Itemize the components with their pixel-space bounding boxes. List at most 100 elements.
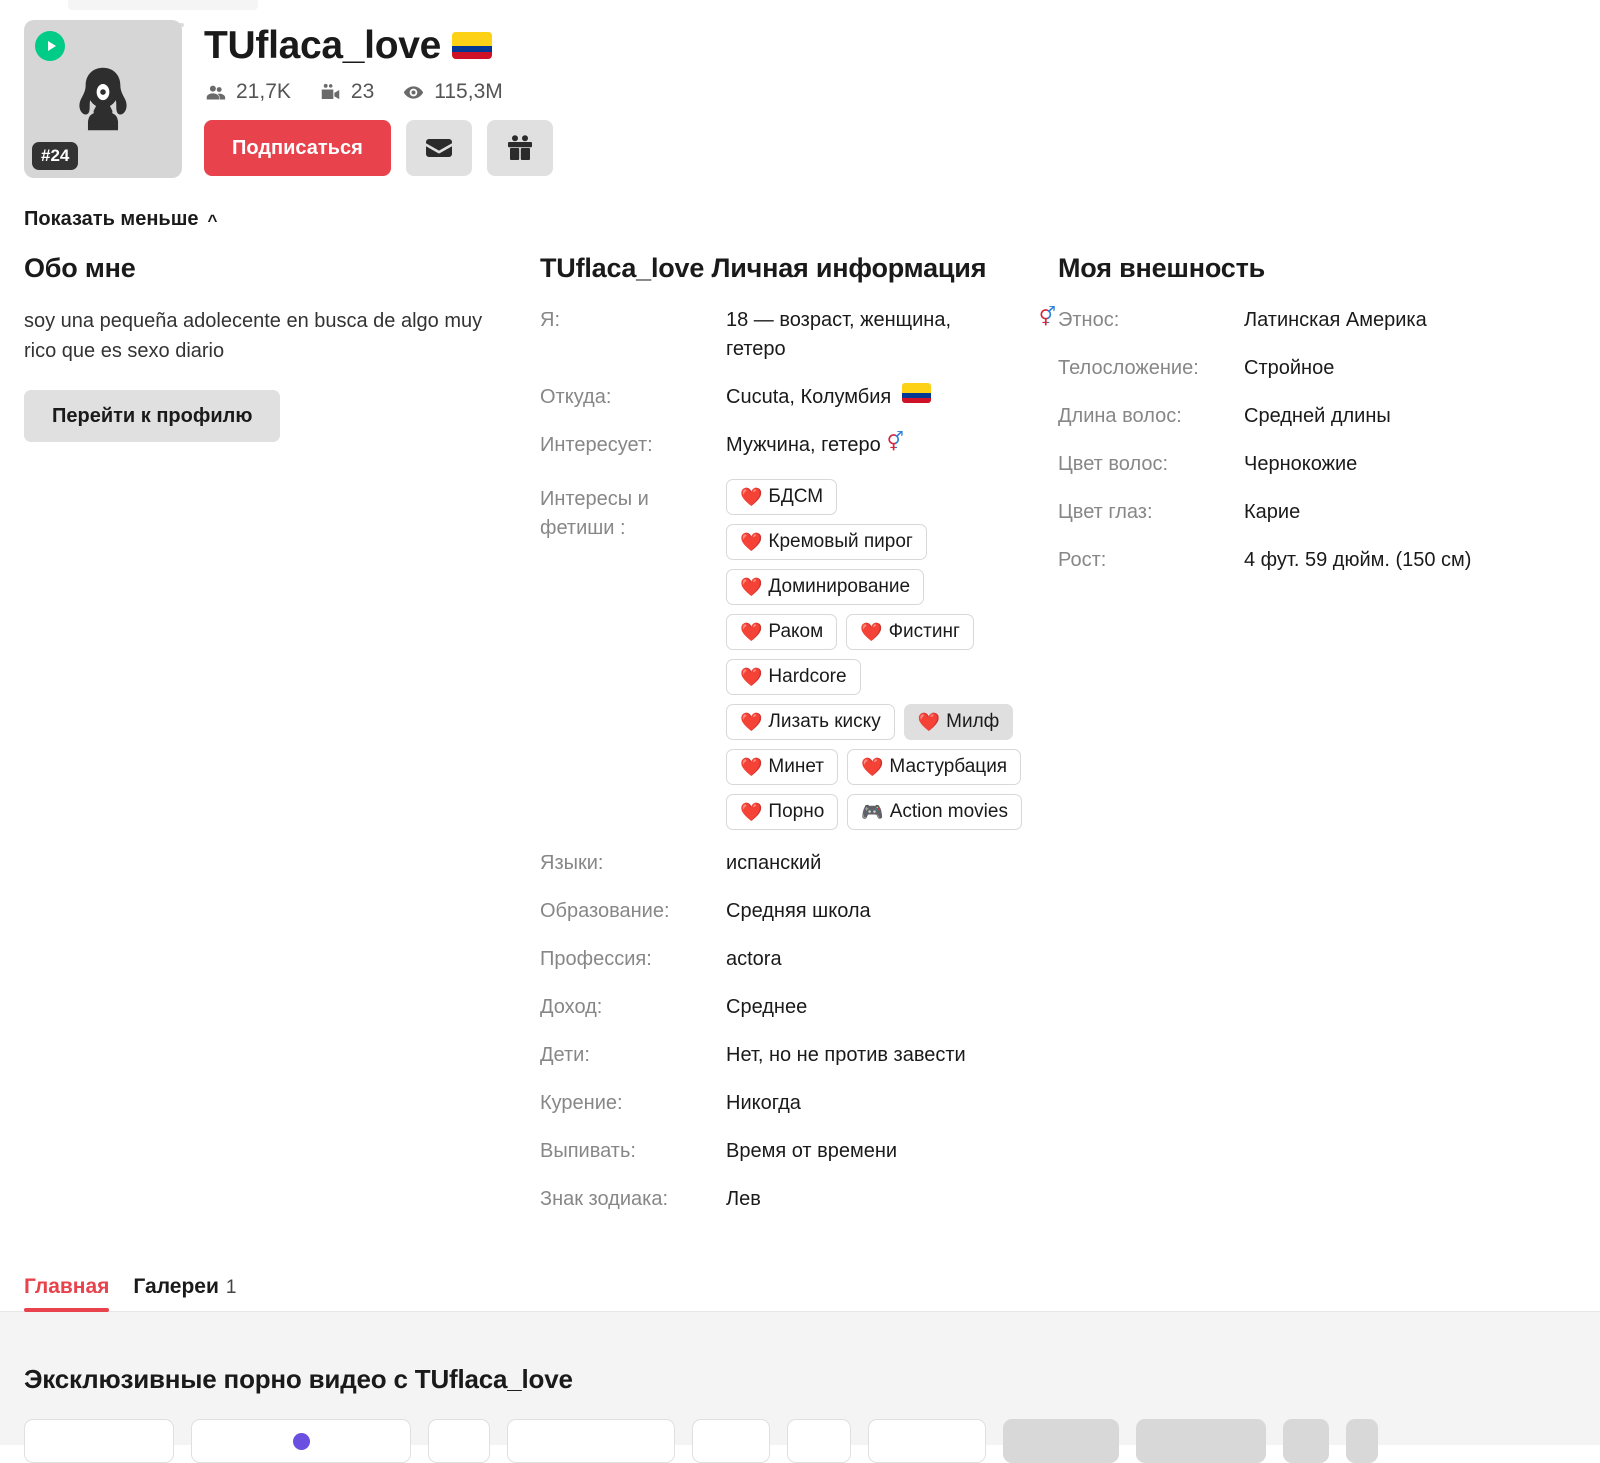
gender-symbol-icon: ⚥ [1039, 306, 1056, 331]
appearance-rows: Этнос: Латинская Америка Телосложение: Стро… [1058, 306, 1578, 575]
show-less-toggle[interactable]: Показать меньше ^ [24, 208, 217, 231]
interest-tag-label: Фистинг [888, 621, 960, 643]
info-key: Языки: [540, 852, 604, 875]
heart-icon: ❤️ [917, 712, 941, 733]
heart-icon: ❤️ [740, 667, 763, 688]
heart-icon: ❤️ [740, 577, 763, 598]
tab-galleries[interactable]: Галереи 1 [133, 1275, 236, 1311]
heart-icon: ❤️ [740, 712, 763, 733]
interest-tag-label: Hardcore [768, 666, 847, 688]
info-key: Рост: [1058, 549, 1107, 572]
info-value: actora [726, 948, 782, 971]
envelope-icon [425, 139, 452, 157]
filter-chip[interactable] [868, 1419, 986, 1463]
interest-tag-label: Доминирование [768, 576, 911, 598]
live-icon [35, 31, 65, 61]
chip-dot-icon [292, 1432, 310, 1450]
interest-tag[interactable]: ❤️ Милф [903, 704, 1014, 741]
interest-tag[interactable]: ❤️ Лизать киску [726, 704, 895, 741]
interest-tag-list: ❤️ БДСМ ❤️ Кремовый пирог ❤️ Доминирование ❤️ Р… [726, 479, 1024, 831]
appearance-column: Моя внешность Этнос: Латинская Америка Тел… [1058, 252, 1578, 1233]
info-key: Образование: [540, 900, 670, 923]
avatar[interactable]: #24 [24, 20, 182, 178]
gender-symbol-icon: ⚥ [887, 431, 904, 456]
info-key: Интересы и фетиши : [540, 488, 649, 540]
interest-tag[interactable]: ❤️ Доминирование [726, 569, 925, 606]
stat-videos: 23 [319, 80, 374, 104]
interest-tag[interactable]: ❤️ Кремовый пирог [726, 524, 927, 561]
filter-chip[interactable] [507, 1419, 675, 1463]
info-row: Длина волос: Средней длины [1058, 402, 1578, 431]
info-key: Интересует: [540, 434, 653, 457]
info-row: Телосложение: Стройное [1058, 354, 1578, 383]
tab-label: Главная [24, 1275, 110, 1298]
gift-icon [507, 135, 532, 160]
info-row-interests: Интересы и фетиши : ❤️ БДСМ ❤️ Кремовый пир… [540, 479, 1058, 831]
info-value: Лев [726, 1188, 761, 1211]
info-value: Время от времени [726, 1140, 898, 1163]
tab-main[interactable]: Главная [24, 1275, 110, 1312]
info-key: Цвет волос: [1058, 453, 1169, 476]
interest-tag-label: Милф [946, 711, 1000, 733]
info-row-me: Я: 18 — возраст, женщина, гетеро ⚥ [540, 306, 1058, 364]
info-value: Средняя школа [726, 900, 871, 923]
filter-chip[interactable] [1003, 1419, 1119, 1463]
filter-chip[interactable] [1283, 1419, 1329, 1463]
filter-chip[interactable] [692, 1419, 770, 1463]
stat-videos-value: 23 [350, 80, 375, 103]
female-avatar-icon [79, 67, 127, 131]
filter-chip[interactable] [191, 1419, 411, 1463]
heart-icon: ❤️ [740, 622, 763, 643]
interest-tag[interactable]: ❤️ Мастурбация [847, 749, 1022, 786]
info-value: Стройное [1244, 357, 1335, 380]
interest-tag[interactable]: ❤️ Hardcore [726, 659, 861, 696]
info-row-from: Откуда: Cucuta, Колумбия [540, 383, 1058, 412]
interest-tag[interactable]: ❤️ Раком [726, 614, 838, 651]
interest-tag-label: Раком [768, 621, 824, 643]
message-button[interactable] [405, 120, 472, 176]
info-row: Этнос: Латинская Америка [1058, 306, 1578, 335]
heart-icon: ❤️ [740, 802, 763, 823]
info-row: Знак зодиака: Лев [540, 1185, 1058, 1214]
filter-chip[interactable] [787, 1419, 851, 1463]
exclusive-videos-title: Эксклюзивные порно видео с TUflaca_love [24, 1364, 573, 1394]
stat-views: 115,3M [402, 80, 503, 104]
interest-tag[interactable]: ❤️ Фистинг [846, 614, 974, 651]
gift-button[interactable] [486, 120, 553, 176]
interest-tag-label: Мастурбация [889, 756, 1008, 778]
info-key: Телосложение: [1058, 357, 1199, 380]
interest-tag[interactable]: ❤️ БДСМ [726, 479, 838, 516]
heart-icon: ❤️ [740, 487, 763, 508]
interest-tag-label: Минет [768, 756, 824, 778]
heart-icon: ❤️ [861, 757, 884, 778]
info-value: Cucuta, Колумбия [726, 386, 892, 409]
filter-chip[interactable] [428, 1419, 490, 1463]
info-value: Карие [1244, 501, 1301, 524]
show-less-label: Показать меньше [24, 208, 199, 230]
profile-columns: Обо мне soy una pequeña adolecente en bu… [0, 252, 1600, 1233]
subscribe-button[interactable]: Подписаться [204, 120, 391, 176]
interest-tag[interactable]: 🎮 Action movies [847, 794, 1022, 831]
top-ghost-strip [68, 0, 258, 10]
profile-header: #24 TUflaca_love 21,7K 23 115,3M Подписа… [0, 20, 1600, 178]
views-icon [404, 85, 424, 99]
info-value: 18 — возраст, женщина, гетеро [726, 309, 952, 361]
info-row: Курение: Никогда [540, 1089, 1058, 1118]
info-value: Латинская Америка [1244, 309, 1427, 332]
info-row-interested-in: Интересует: Мужчина, гетеро ⚥ [540, 431, 1058, 460]
stats-row: 21,7K 23 115,3M [204, 80, 553, 104]
info-row: Образование: Средняя школа [540, 897, 1058, 926]
info-key: Профессия: [540, 948, 652, 971]
filter-chip[interactable] [1346, 1419, 1378, 1463]
goto-profile-button[interactable]: Перейти к профилю [24, 390, 281, 443]
interest-tag[interactable]: ❤️ Минет [726, 749, 838, 786]
filter-chip[interactable] [24, 1419, 174, 1463]
title-line: TUflaca_love [204, 26, 553, 65]
filter-chip[interactable] [1136, 1419, 1266, 1463]
interest-tag-label: Порно [768, 801, 825, 823]
videos-icon [321, 83, 340, 99]
info-value: 4 фут. 59 дюйм. (150 см) [1244, 549, 1472, 572]
stat-views-value: 115,3M [434, 80, 503, 103]
chevron-up-icon: ^ [207, 211, 218, 230]
interest-tag[interactable]: ❤️ Порно [726, 794, 839, 831]
